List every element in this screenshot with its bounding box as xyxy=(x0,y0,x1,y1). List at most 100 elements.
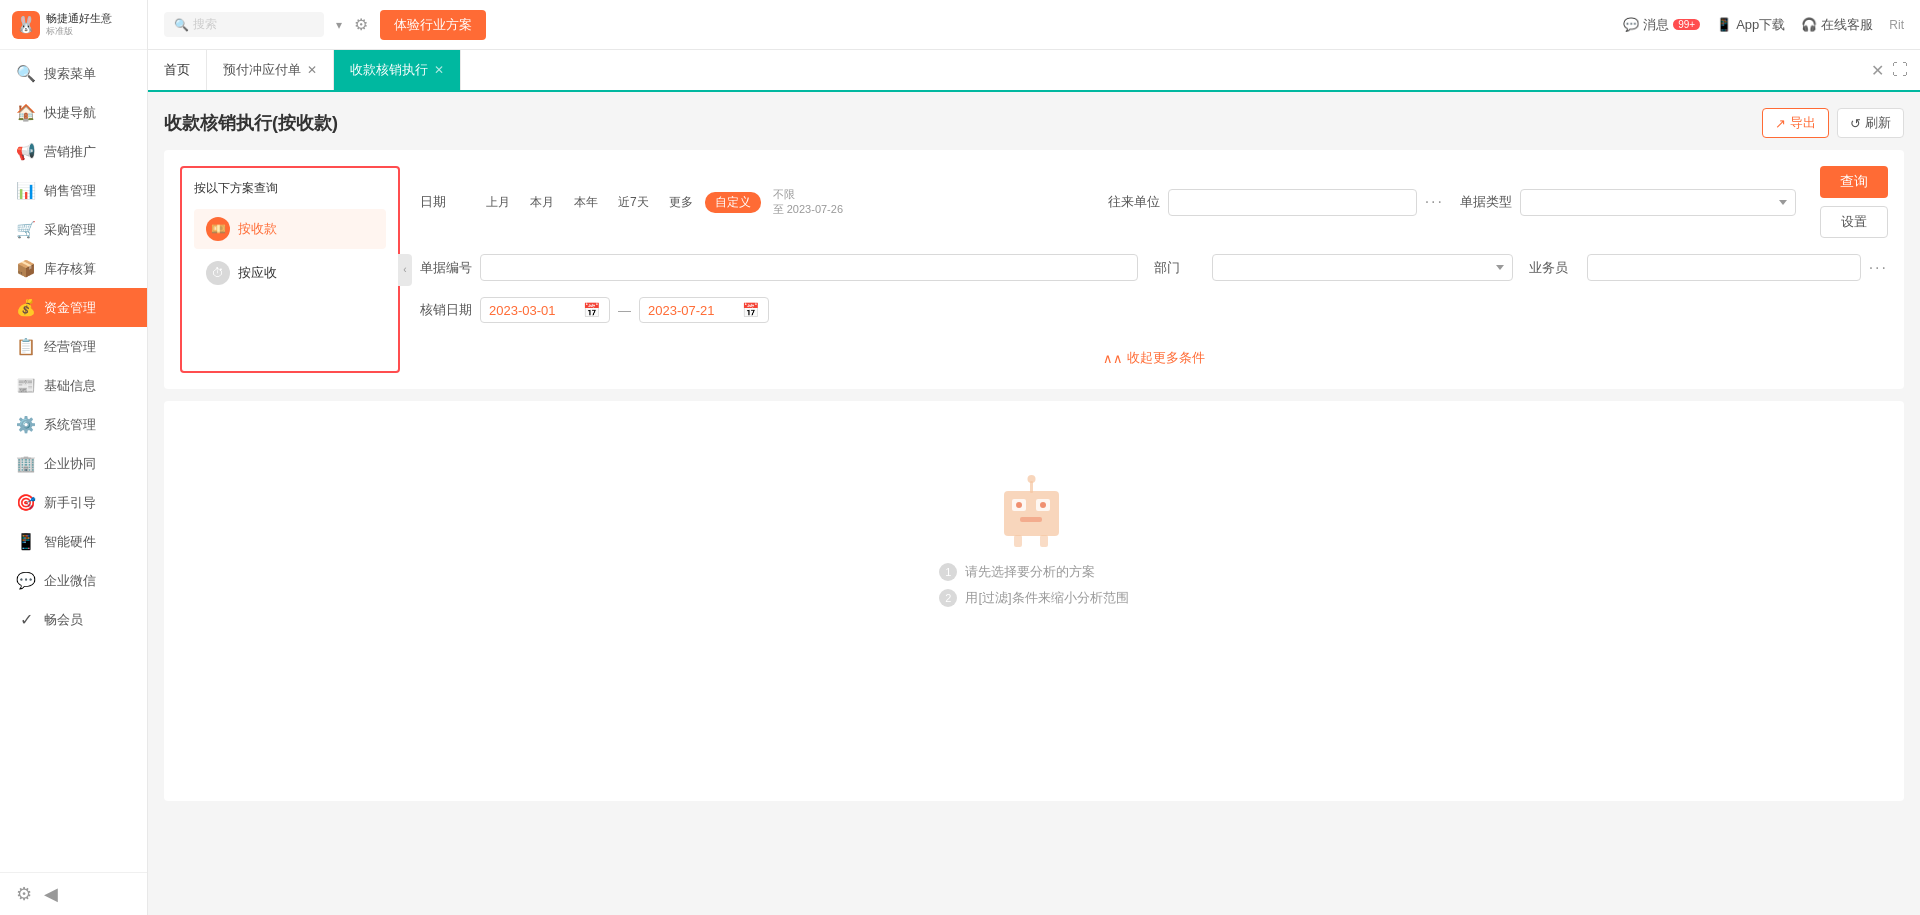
filter-option-receipt-label: 按收款 xyxy=(238,220,277,238)
sidebar-item-search[interactable]: 🔍 搜索菜单 xyxy=(0,54,147,93)
search-icon: 🔍 xyxy=(16,64,36,83)
operation-icon: 📋 xyxy=(16,337,36,356)
member-icon: ✓ xyxy=(16,610,36,629)
hardware-icon: 📱 xyxy=(16,532,36,551)
sidebar-item-label: 经营管理 xyxy=(44,338,96,356)
tab-home[interactable]: 首页 xyxy=(148,50,207,90)
party-input[interactable] xyxy=(1168,189,1417,216)
sidebar-item-label: 销售管理 xyxy=(44,182,96,200)
sidebar-item-label: 搜索菜单 xyxy=(44,65,96,83)
doc-type-label: 单据类型 xyxy=(1460,193,1512,211)
message-label: 消息 xyxy=(1643,16,1669,34)
empty-illustration xyxy=(984,461,1084,551)
app-download-item[interactable]: 📱 App下载 xyxy=(1716,16,1785,34)
filter-option-receipt[interactable]: 💴 按收款 xyxy=(194,209,386,249)
sidebar-item-guide[interactable]: 🎯 新手引导 xyxy=(0,483,147,522)
tab-home-label: 首页 xyxy=(164,61,190,79)
date-tab-more[interactable]: 更多 xyxy=(661,192,701,213)
tab-expand-icon[interactable]: ⛶ xyxy=(1892,61,1908,79)
settings-bottom-icon[interactable]: ⚙ xyxy=(16,883,32,905)
query-button[interactable]: 查询 xyxy=(1820,166,1888,198)
sidebar-item-member[interactable]: ✓ 畅会员 xyxy=(0,600,147,639)
verify-end-wrap: 📅 xyxy=(639,297,769,323)
export-button[interactable]: ↗ 导出 xyxy=(1762,108,1829,138)
svg-rect-9 xyxy=(1040,535,1048,547)
enterprise-icon: 🏢 xyxy=(16,454,36,473)
staff-more-icon[interactable]: ··· xyxy=(1869,259,1888,277)
date-tab-this-month[interactable]: 本月 xyxy=(522,192,562,213)
filter-panel: 按以下方案查询 💴 按收款 ⏱ 按应收 ‹ 日期 xyxy=(164,150,1904,389)
staff-input[interactable] xyxy=(1587,254,1861,281)
collapse-sidebar-icon[interactable]: ◀ xyxy=(44,883,58,905)
sidebar-item-hardware[interactable]: 📱 智能硬件 xyxy=(0,522,147,561)
date-tab-last-month[interactable]: 上月 xyxy=(478,192,518,213)
export-label: 导出 xyxy=(1790,114,1816,132)
sidebar-item-label: 快捷导航 xyxy=(44,104,96,122)
date-range-separator: — xyxy=(618,303,631,318)
message-item[interactable]: 💬 消息 99+ xyxy=(1623,16,1700,34)
topbar-gear-icon[interactable]: ⚙ xyxy=(354,15,368,34)
basic-icon: 📰 xyxy=(16,376,36,395)
page-title: 收款核销执行(按收款) xyxy=(164,111,338,135)
sidebar-item-enterprise[interactable]: 🏢 企业协同 xyxy=(0,444,147,483)
search-icon: 🔍 xyxy=(174,18,189,32)
export-icon: ↗ xyxy=(1775,116,1786,131)
empty-tip-2: 2 用[过滤]条件来缩小分析范围 xyxy=(939,589,1128,607)
collapse-up-icon: ∧∧ xyxy=(1103,351,1123,366)
filter-option-receivable[interactable]: ⏱ 按应收 xyxy=(194,253,386,293)
sidebar-item-marketing[interactable]: 📢 营销推广 xyxy=(0,132,147,171)
sidebar-item-label: 系统管理 xyxy=(44,416,96,434)
sidebar-logo: 🐰 畅捷通好生意 标准版 xyxy=(0,0,147,50)
tab-receipt-verify[interactable]: 收款核销执行 ✕ xyxy=(334,50,461,90)
sidebar-item-wechat[interactable]: 💬 企业微信 xyxy=(0,561,147,600)
tab-receipt-close-icon[interactable]: ✕ xyxy=(434,63,444,77)
doc-no-input[interactable] xyxy=(480,254,1138,281)
collapse-more-button[interactable]: ∧∧ 收起更多条件 xyxy=(1087,343,1221,373)
tab-prepayment[interactable]: 预付冲应付单 ✕ xyxy=(207,50,334,90)
refresh-button[interactable]: ↺ 刷新 xyxy=(1837,108,1904,138)
purchase-icon: 🛒 xyxy=(16,220,36,239)
doc-type-select[interactable] xyxy=(1520,189,1796,216)
sidebar-item-purchase[interactable]: 🛒 采购管理 xyxy=(0,210,147,249)
verify-end-input[interactable] xyxy=(648,303,738,318)
receipt-scheme-icon: 💴 xyxy=(206,217,230,241)
sidebar-item-system[interactable]: ⚙️ 系统管理 xyxy=(0,405,147,444)
topbar-search[interactable]: 🔍 搜索 xyxy=(164,12,324,37)
date-tab-custom[interactable]: 自定义 xyxy=(705,192,761,213)
sidebar-item-quick-nav[interactable]: 🏠 快捷导航 xyxy=(0,93,147,132)
setting-button[interactable]: 设置 xyxy=(1820,206,1888,238)
online-service-item[interactable]: 🎧 在线客服 xyxy=(1801,16,1873,34)
svg-rect-0 xyxy=(1004,491,1059,536)
svg-point-4 xyxy=(1040,502,1046,508)
empty-tips: 1 请先选择要分析的方案 2 用[过滤]条件来缩小分析范围 xyxy=(939,563,1128,607)
app-download-label: App下载 xyxy=(1736,16,1785,34)
sidebar-item-operation[interactable]: 📋 经营管理 xyxy=(0,327,147,366)
sidebar: 🐰 畅捷通好生意 标准版 🔍 搜索菜单 🏠 快捷导航 📢 营销推广 📊 销售管理… xyxy=(0,0,148,915)
date-tab-7days[interactable]: 近7天 xyxy=(610,192,657,213)
page-actions: ↗ 导出 ↺ 刷新 xyxy=(1762,108,1904,138)
tab-prepayment-close-icon[interactable]: ✕ xyxy=(307,63,317,77)
dept-select[interactable] xyxy=(1212,254,1513,281)
sidebar-item-basic[interactable]: 📰 基础信息 xyxy=(0,366,147,405)
party-more-icon[interactable]: ··· xyxy=(1425,193,1444,211)
page-content: 收款核销执行(按收款) ↗ 导出 ↺ 刷新 按以下方案查询 💴 按收款 xyxy=(148,92,1920,915)
tab-close-window-icon[interactable]: ✕ xyxy=(1871,61,1884,80)
sidebar-item-sales[interactable]: 📊 销售管理 xyxy=(0,171,147,210)
empty-icon xyxy=(984,461,1084,551)
solution-button[interactable]: 体验行业方案 xyxy=(380,10,486,40)
service-label: 在线客服 xyxy=(1821,16,1873,34)
sidebar-nav: 🔍 搜索菜单 🏠 快捷导航 📢 营销推广 📊 销售管理 🛒 采购管理 📦 库存核… xyxy=(0,50,147,872)
calendar-end-icon[interactable]: 📅 xyxy=(742,302,759,318)
sidebar-item-inventory[interactable]: 📦 库存核算 xyxy=(0,249,147,288)
sales-icon: 📊 xyxy=(16,181,36,200)
refresh-icon: ↺ xyxy=(1850,116,1861,131)
page-header: 收款核销执行(按收款) ↗ 导出 ↺ 刷新 xyxy=(164,108,1904,138)
topbar-chevron-icon[interactable]: ▾ xyxy=(336,18,342,32)
sidebar-item-finance[interactable]: 💰 资金管理 xyxy=(0,288,147,327)
receivable-scheme-icon: ⏱ xyxy=(206,261,230,285)
sidebar-item-label: 智能硬件 xyxy=(44,533,96,551)
verify-start-input[interactable] xyxy=(489,303,579,318)
calendar-start-icon[interactable]: 📅 xyxy=(583,302,600,318)
date-tab-this-year[interactable]: 本年 xyxy=(566,192,606,213)
collapse-scheme-button[interactable]: ‹ xyxy=(398,254,412,286)
